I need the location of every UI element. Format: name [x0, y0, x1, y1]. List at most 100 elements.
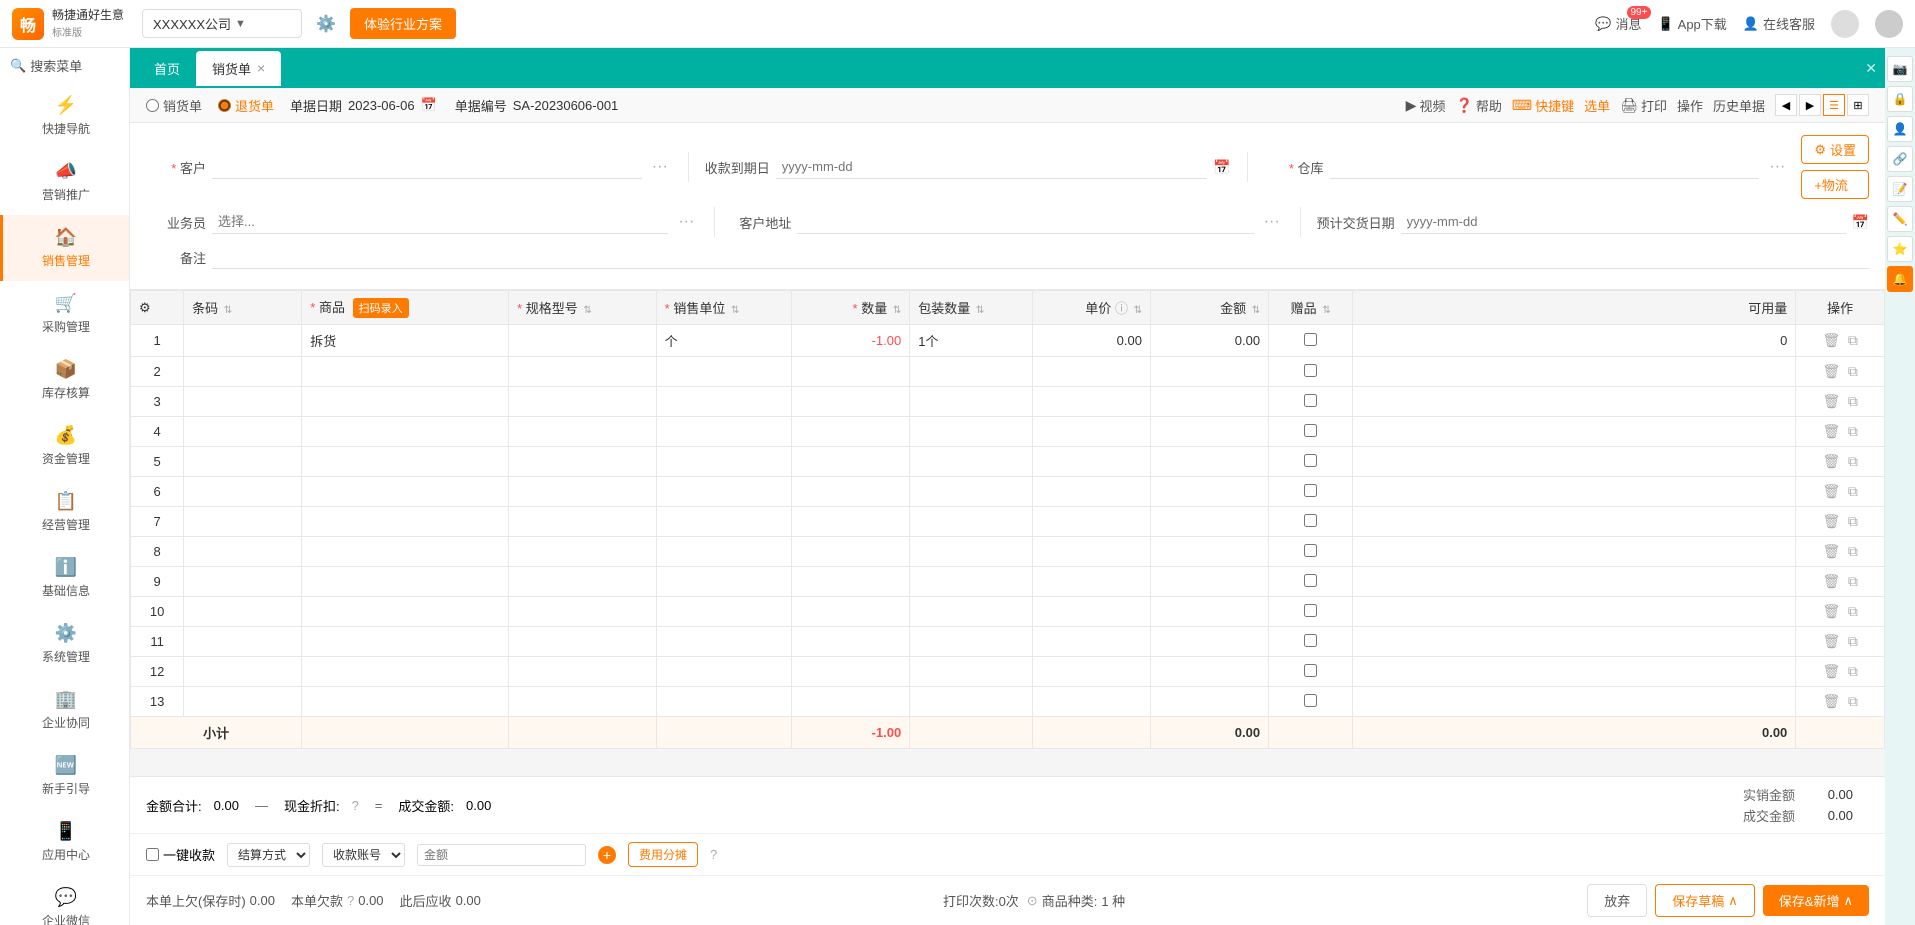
layout-btn-list[interactable]: ☰ [1823, 94, 1845, 116]
row-gift[interactable] [1269, 687, 1353, 717]
layout-btn-prev[interactable]: ◀ [1775, 94, 1797, 116]
row-spec[interactable] [509, 567, 657, 597]
row-price[interactable] [1032, 477, 1150, 507]
cash-discount-question[interactable]: ? [352, 798, 359, 813]
row-barcode[interactable] [184, 627, 302, 657]
row-gift[interactable] [1269, 537, 1353, 567]
spec-sort-icon[interactable]: ⇅ [583, 305, 591, 316]
row-barcode[interactable] [184, 597, 302, 627]
row-spec[interactable] [509, 627, 657, 657]
row-barcode[interactable] [184, 657, 302, 687]
row-spec[interactable] [509, 537, 657, 567]
row-qty[interactable] [792, 447, 910, 477]
experience-button[interactable]: 体验行业方案 [350, 8, 456, 39]
copy-icon[interactable]: ⧉ [1848, 693, 1858, 709]
expected-date-input[interactable] [1401, 210, 1846, 234]
pkg-sort-icon[interactable]: ⇅ [976, 305, 984, 316]
row-gift[interactable] [1269, 417, 1353, 447]
radio-return-order[interactable]: 退货单 [218, 96, 274, 115]
delete-icon[interactable]: 🗑 [1822, 513, 1840, 529]
row-amount[interactable] [1150, 687, 1268, 717]
row-product[interactable] [302, 477, 509, 507]
close-panel-icon[interactable]: ✕ [1865, 60, 1877, 77]
flow-action-button[interactable]: +物流 [1801, 170, 1869, 199]
copy-icon[interactable]: ⧉ [1848, 513, 1858, 529]
expense-question-icon[interactable]: ? [710, 847, 717, 862]
sidebar-item-appstore[interactable]: 📱 应用中心 [0, 809, 129, 875]
row-spec[interactable] [509, 417, 657, 447]
copy-icon[interactable]: ⧉ [1848, 633, 1858, 649]
payment-due-input[interactable] [776, 155, 1207, 179]
settings-action-button[interactable]: ⚙ 设置 [1801, 135, 1869, 164]
right-panel-edit[interactable]: ✏️ [1887, 206, 1913, 232]
customer-input[interactable] [212, 155, 642, 179]
row-price[interactable] [1032, 597, 1150, 627]
goods-type-icon[interactable]: ⊙ [1027, 893, 1038, 909]
row-product[interactable] [302, 597, 509, 627]
row-ops[interactable]: 🗑 ⧉ [1796, 477, 1885, 507]
delete-icon[interactable]: 🗑 [1822, 663, 1840, 679]
avatar-2[interactable] [1875, 10, 1903, 38]
amount-sort-icon[interactable]: ⇅ [1252, 305, 1260, 316]
row-qty[interactable] [792, 687, 910, 717]
row-product[interactable] [302, 627, 509, 657]
sidebar-item-finance[interactable]: 💰 资金管理 [0, 413, 129, 479]
delete-icon[interactable]: 🗑 [1822, 393, 1840, 409]
operate-action[interactable]: 操作 [1677, 96, 1703, 115]
row-spec[interactable] [509, 477, 657, 507]
row-spec[interactable] [509, 387, 657, 417]
copy-icon[interactable]: ⧉ [1848, 603, 1858, 619]
row-gift[interactable] [1269, 387, 1353, 417]
expected-date-calendar-icon[interactable]: 📅 [1852, 214, 1869, 231]
amount-input[interactable] [417, 844, 586, 866]
calendar-due-icon[interactable]: 📅 [1213, 159, 1230, 176]
unit-sort-icon[interactable]: ⇅ [731, 305, 739, 316]
row-qty[interactable] [792, 417, 910, 447]
price-info-icon[interactable]: ⓘ [1115, 301, 1128, 316]
row-ops[interactable]: 🗑 ⧉ [1796, 567, 1885, 597]
delete-icon[interactable]: 🗑 [1822, 363, 1840, 379]
row-amount[interactable] [1150, 597, 1268, 627]
right-panel-user[interactable]: 👤 [1887, 116, 1913, 142]
row-amount[interactable] [1150, 447, 1268, 477]
delete-icon[interactable]: 🗑 [1822, 453, 1840, 469]
barcode-sort-icon[interactable]: ⇅ [224, 305, 232, 316]
row-gift[interactable] [1269, 627, 1353, 657]
tab-sales-order[interactable]: 销货单 × [196, 51, 281, 86]
row-product[interactable] [302, 537, 509, 567]
copy-icon[interactable]: ⧉ [1848, 363, 1858, 379]
row-qty[interactable] [792, 657, 910, 687]
row-amount[interactable] [1150, 507, 1268, 537]
history-action[interactable]: 历史单据 [1713, 96, 1765, 115]
th-settings[interactable]: ⚙ [131, 291, 184, 325]
sidebar-item-wechat[interactable]: 💬 企业微信 [0, 875, 129, 925]
row-spec[interactable] [509, 507, 657, 537]
sidebar-item-cooperation[interactable]: 🏢 企业协同 [0, 677, 129, 743]
customer-address-input[interactable] [797, 210, 1253, 234]
row-gift[interactable] [1269, 567, 1353, 597]
qty-sort-icon[interactable]: ⇅ [893, 305, 901, 316]
row-qty[interactable] [792, 567, 910, 597]
row-amount[interactable] [1150, 567, 1268, 597]
this-order-amount-question[interactable]: ? [347, 893, 354, 908]
customer-dots-icon[interactable]: ··· [648, 158, 672, 176]
sidebar-item-system[interactable]: ⚙️ 系统管理 [0, 611, 129, 677]
row-ops[interactable]: 🗑 ⧉ [1796, 627, 1885, 657]
right-panel-link[interactable]: 🔗 [1887, 146, 1913, 172]
row-price[interactable] [1032, 537, 1150, 567]
row-ops[interactable]: 🗑 ⧉ [1796, 597, 1885, 627]
sidebar-item-operations[interactable]: 📋 经营管理 [0, 479, 129, 545]
salesperson-dots-icon[interactable]: ··· [674, 213, 698, 231]
row-product[interactable] [302, 357, 509, 387]
warehouse-input[interactable]: 建材仓 [1330, 155, 1760, 179]
messages-button[interactable]: 💬 消息 99+ [1595, 14, 1641, 33]
salesperson-input[interactable] [212, 210, 668, 234]
copy-icon[interactable]: ⧉ [1848, 453, 1858, 469]
row-amount[interactable] [1150, 417, 1268, 447]
online-support-button[interactable]: 👤 在线客服 [1743, 14, 1815, 33]
sidebar-item-guide[interactable]: 🆕 新手引导 [0, 743, 129, 809]
row-gift[interactable] [1269, 507, 1353, 537]
row-gift[interactable] [1269, 477, 1353, 507]
row-qty[interactable] [792, 507, 910, 537]
row-product[interactable] [302, 687, 509, 717]
